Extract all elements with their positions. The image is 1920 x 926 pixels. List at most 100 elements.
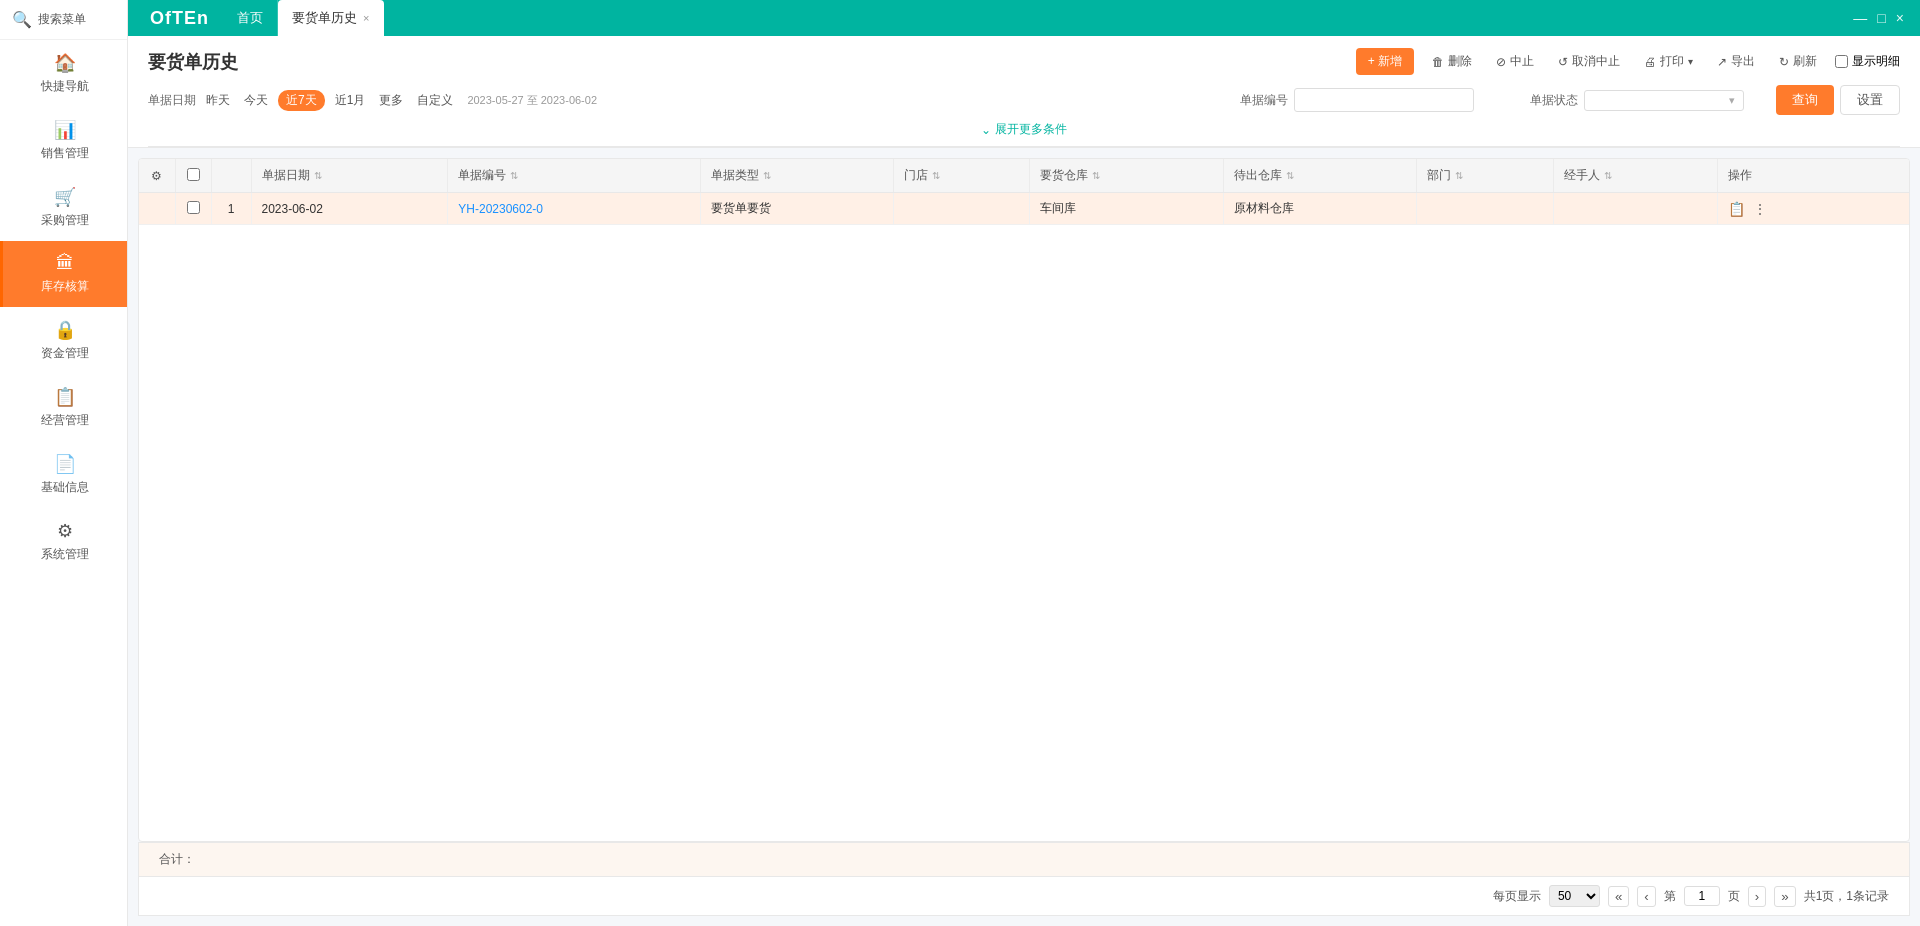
data-table: ⚙ 单据日期 ⇅ 单据编号	[139, 159, 1909, 225]
tab-order-history-label: 要货单历史	[292, 9, 357, 27]
page-input[interactable]	[1684, 886, 1720, 906]
suspend-icon: ⊘	[1496, 55, 1506, 69]
row-bill-no[interactable]: YH-20230602-0	[448, 193, 701, 225]
bill-no-input[interactable]	[1294, 88, 1474, 112]
th-date[interactable]: 单据日期 ⇅	[251, 159, 448, 193]
delete-button[interactable]: 🗑 删除	[1426, 49, 1478, 74]
page-label: 第	[1664, 888, 1676, 905]
date-btn-yesterday[interactable]: 昨天	[202, 91, 234, 110]
sidebar-item-label: 系统管理	[41, 546, 89, 563]
export-button[interactable]: ↗ 导出	[1711, 49, 1761, 74]
sidebar-item-operations[interactable]: 📋 经营管理	[0, 374, 127, 441]
bill-status-label: 单据状态	[1530, 92, 1578, 109]
bill-status-select[interactable]: ▾	[1584, 90, 1744, 111]
date-btn-more[interactable]: 更多	[375, 91, 407, 110]
sidebar-search[interactable]: 🔍 搜索菜单	[0, 0, 127, 40]
sidebar-item-inventory[interactable]: 🏛 库存核算	[0, 241, 127, 307]
close-window-button[interactable]: ×	[1896, 10, 1904, 26]
sidebar-item-sales[interactable]: 📊 销售管理	[0, 107, 127, 174]
sort-reqwh-icon: ⇅	[1092, 170, 1100, 181]
display-detail-toggle[interactable]: 显示明细	[1835, 53, 1900, 70]
sidebar-item-label: 库存核算	[41, 278, 89, 295]
toolbar: + 新增 🗑 删除 ⊘ 中止 ↺ 取消中止 🖨 打	[1356, 48, 1900, 75]
cancel-suspend-icon: ↺	[1558, 55, 1568, 69]
tabs-bar-right: — □ ×	[1853, 10, 1912, 26]
sidebar-item-system[interactable]: ⚙ 系统管理	[0, 508, 127, 575]
sidebar-item-basic-info[interactable]: 📄 基础信息	[0, 441, 127, 508]
th-handler[interactable]: 经手人 ⇅	[1553, 159, 1718, 193]
th-bill-type[interactable]: 单据类型 ⇅	[700, 159, 893, 193]
bill-no-link[interactable]: YH-20230602-0	[458, 202, 543, 216]
row-checkbox[interactable]	[175, 193, 211, 225]
row-num: 1	[211, 193, 251, 225]
bill-no-label: 单据编号	[1240, 92, 1288, 109]
maximize-button[interactable]: □	[1877, 10, 1885, 26]
th-bill-no[interactable]: 单据编号 ⇅	[448, 159, 701, 193]
suspend-button[interactable]: ⊘ 中止	[1490, 49, 1540, 74]
page-header: 要货单历史 + 新增 🗑 删除 ⊘ 中止 ↺ 取消中止	[128, 36, 1920, 148]
th-department[interactable]: 部门 ⇅	[1417, 159, 1553, 193]
th-store[interactable]: 门店 ⇅	[894, 159, 1030, 193]
query-button[interactable]: 查询	[1776, 85, 1834, 115]
dropdown-icon: ▾	[1729, 94, 1735, 107]
sidebar-item-purchase[interactable]: 🛒 采购管理	[0, 174, 127, 241]
tab-home[interactable]: 首页	[223, 0, 278, 36]
new-button[interactable]: + 新增	[1356, 48, 1414, 75]
row-settings	[139, 193, 175, 225]
row-handler	[1553, 193, 1718, 225]
row-pending-warehouse: 原材料仓库	[1223, 193, 1416, 225]
sidebar-item-finance[interactable]: 🔒 资金管理	[0, 307, 127, 374]
home-icon: 🏠	[54, 52, 76, 74]
sidebar-item-quick-nav[interactable]: 🏠 快捷导航	[0, 40, 127, 107]
th-settings[interactable]: ⚙	[139, 159, 175, 193]
operations-icon: 📋	[54, 386, 76, 408]
date-btn-today[interactable]: 今天	[240, 91, 272, 110]
select-all-checkbox[interactable]	[187, 168, 200, 181]
main-content: OfTEn 首页 要货单历史 × — □ × 要货单历史 + 新增 🗑 删除	[128, 0, 1920, 926]
table-container: ⚙ 单据日期 ⇅ 单据编号	[138, 158, 1910, 842]
prev-page-button[interactable]: ‹	[1637, 886, 1655, 907]
sidebar-search-label: 搜索菜单	[38, 11, 86, 28]
sort-store-icon: ⇅	[932, 170, 940, 181]
th-num	[211, 159, 251, 193]
th-req-warehouse[interactable]: 要货仓库 ⇅	[1030, 159, 1223, 193]
th-checkbox	[175, 159, 211, 193]
basic-info-icon: 📄	[54, 453, 76, 475]
total-info: 共1页，1条记录	[1804, 888, 1889, 905]
filter-row-1: 单据日期 昨天 今天 近7天 近1月 更多 自定义 2023-05-27 至 2…	[148, 85, 1900, 115]
close-icon[interactable]: ×	[363, 12, 369, 24]
minimize-button[interactable]: —	[1853, 10, 1867, 26]
date-btn-1month[interactable]: 近1月	[331, 91, 370, 110]
cancel-suspend-button[interactable]: ↺ 取消中止	[1552, 49, 1626, 74]
sidebar-item-label: 经营管理	[41, 412, 89, 429]
first-page-button[interactable]: «	[1608, 886, 1629, 907]
inventory-icon: 🏛	[56, 253, 74, 274]
date-btn-7days[interactable]: 近7天	[278, 90, 325, 111]
system-icon: ⚙	[57, 520, 73, 542]
page-title-row: 要货单历史 + 新增 🗑 删除 ⊘ 中止 ↺ 取消中止	[148, 48, 1900, 75]
th-pending-warehouse[interactable]: 待出仓库 ⇅	[1223, 159, 1416, 193]
th-operation: 操作	[1718, 159, 1909, 193]
view-icon[interactable]: 📋	[1728, 201, 1745, 217]
more-icon[interactable]: ⋮	[1753, 201, 1767, 217]
lock-icon: 🔒	[54, 319, 76, 341]
row-department	[1417, 193, 1553, 225]
next-page-button[interactable]: ›	[1748, 886, 1766, 907]
bill-no-filter: 单据编号	[1240, 88, 1474, 112]
sidebar-item-label: 采购管理	[41, 212, 89, 229]
tabs-bar: OfTEn 首页 要货单历史 × — □ ×	[128, 0, 1920, 36]
per-page-select[interactable]: 50 100 200	[1549, 885, 1600, 907]
print-dropdown-icon: ▾	[1688, 56, 1693, 67]
tab-order-history[interactable]: 要货单历史 ×	[278, 0, 384, 36]
date-btn-custom[interactable]: 自定义	[413, 91, 457, 110]
expand-more[interactable]: ⌄ 展开更多条件	[148, 121, 1900, 138]
last-page-button[interactable]: »	[1774, 886, 1795, 907]
page-title: 要货单历史	[148, 50, 238, 74]
display-detail-checkbox[interactable]	[1835, 55, 1848, 68]
table-row: 1 2023-06-02 YH-20230602-0 要货单要货 车间库 原材料…	[139, 193, 1909, 225]
date-shortcuts: 昨天 今天 近7天 近1月 更多 自定义	[202, 90, 457, 111]
refresh-button[interactable]: ↻ 刷新	[1773, 49, 1823, 74]
sort-date-icon: ⇅	[314, 170, 322, 181]
settings-button[interactable]: 设置	[1840, 85, 1900, 115]
print-button[interactable]: 🖨 打印 ▾	[1638, 49, 1699, 74]
